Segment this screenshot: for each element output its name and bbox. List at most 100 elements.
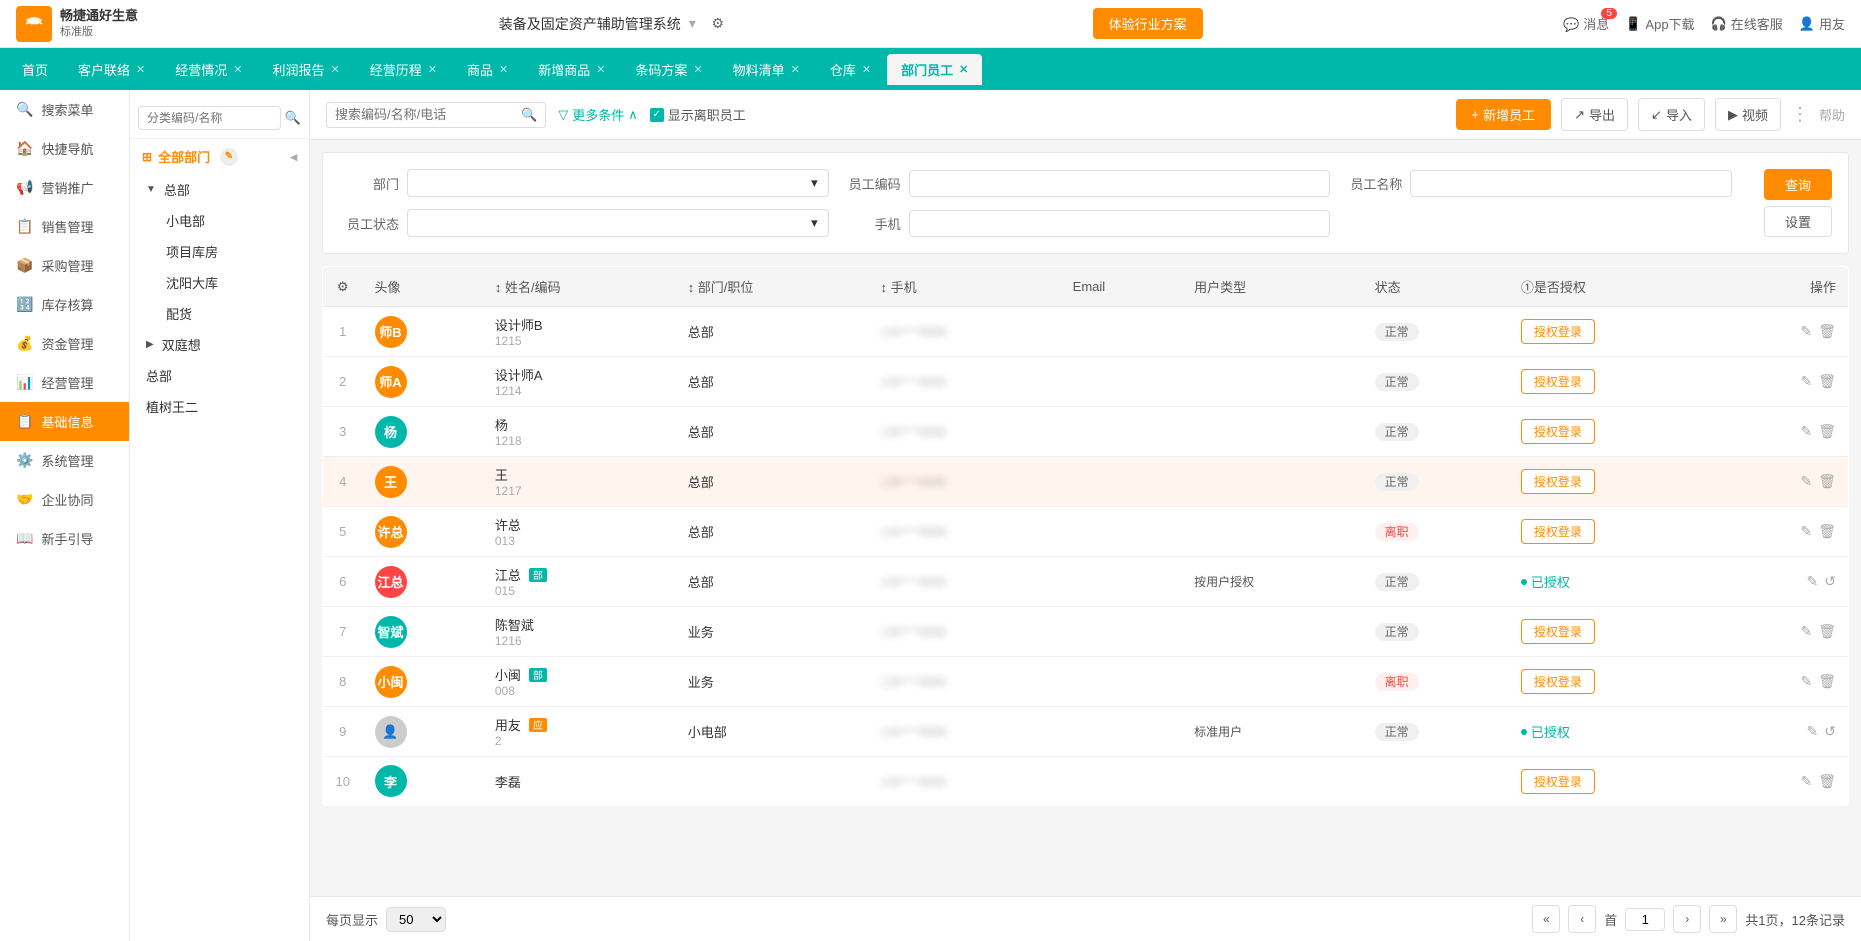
edit-icon-3[interactable]: ✎ xyxy=(1800,423,1812,440)
edit-icon-10[interactable]: ✎ xyxy=(1800,773,1812,790)
tab-home[interactable]: 首页 xyxy=(8,54,62,85)
dept-select[interactable]: ▾ xyxy=(407,169,829,197)
show-resigned-toggle[interactable]: ✓ 显示离职员工 xyxy=(650,105,746,124)
delete-icon-1[interactable]: 🗑 xyxy=(1818,323,1836,340)
dept-search-icon[interactable]: 🔍 xyxy=(285,110,301,126)
dept-node-shenyang[interactable]: 沈阳大库 xyxy=(142,267,309,298)
authorize-btn-4[interactable]: 授权登录 xyxy=(1521,469,1595,494)
delete-icon-5[interactable]: 🗑 xyxy=(1818,523,1836,540)
phone-input[interactable] xyxy=(909,210,1331,237)
sidebar-item-search[interactable]: 🔍 搜索菜单 xyxy=(0,90,129,129)
system-title-dropdown-icon[interactable]: ▾ xyxy=(689,15,696,32)
authorize-btn-2[interactable]: 授权登录 xyxy=(1521,369,1595,394)
emp-code-input[interactable] xyxy=(909,170,1331,197)
delete-icon-3[interactable]: 🗑 xyxy=(1818,423,1836,440)
delete-icon-7[interactable]: 🗑 xyxy=(1818,623,1836,640)
tab-barcode-close[interactable]: ✕ xyxy=(693,63,702,76)
import-button[interactable]: ↙ 导入 xyxy=(1638,98,1705,131)
dept-search-input[interactable] xyxy=(138,106,281,130)
dept-node-project[interactable]: 项目库房 xyxy=(142,236,309,267)
tab-department[interactable]: 部门员工 ✕ xyxy=(887,54,982,85)
authorize-btn-3[interactable]: 授权登录 xyxy=(1521,419,1595,444)
tab-goods[interactable]: 商品 ✕ xyxy=(453,54,522,85)
sidebar-item-guide[interactable]: 📖 新手引导 xyxy=(0,519,129,558)
restore-icon-9[interactable]: ↺ xyxy=(1824,723,1836,740)
emp-status-select[interactable]: ▾ xyxy=(407,209,829,237)
th-phone[interactable]: ↕ 手机 xyxy=(869,267,1061,307)
tab-profit-close[interactable]: ✕ xyxy=(331,63,340,76)
tab-goods-close[interactable]: ✕ xyxy=(499,63,508,76)
authorize-btn-1[interactable]: 授权登录 xyxy=(1521,319,1595,344)
sidebar-item-inventory[interactable]: 🔢 库存核算 xyxy=(0,285,129,324)
tab-history-close[interactable]: ✕ xyxy=(428,63,437,76)
dept-node-general[interactable]: ▼ 总部 xyxy=(130,174,309,205)
sidebar-item-finance[interactable]: 💰 资金管理 xyxy=(0,324,129,363)
page-number-input[interactable] xyxy=(1625,908,1665,931)
tab-customer[interactable]: 客户联络 ✕ xyxy=(64,54,159,85)
edit-icon-7[interactable]: ✎ xyxy=(1800,623,1812,640)
edit-icon-2[interactable]: ✎ xyxy=(1800,373,1812,390)
emp-name-input[interactable] xyxy=(1410,170,1732,197)
edit-icon-9[interactable]: ✎ xyxy=(1807,723,1819,740)
search-button[interactable]: 查询 xyxy=(1764,169,1832,200)
sidebar-item-system[interactable]: ⚙️ 系统管理 xyxy=(0,441,129,480)
user-button[interactable]: 👤 用友 xyxy=(1799,14,1845,33)
sidebar-item-corp[interactable]: 🤝 企业协同 xyxy=(0,480,129,519)
search-icon[interactable]: 🔍 xyxy=(521,107,537,123)
help-label[interactable]: 帮助 xyxy=(1819,105,1845,124)
tab-add-goods-close[interactable]: ✕ xyxy=(596,63,605,76)
last-page-btn[interactable]: » xyxy=(1709,905,1737,933)
restore-icon-6[interactable]: ↺ xyxy=(1824,573,1836,590)
export-button[interactable]: ↗ 导出 xyxy=(1561,98,1628,131)
trial-button[interactable]: 体验行业方案 xyxy=(1093,8,1203,39)
dept-node-general2[interactable]: 总部 xyxy=(130,360,309,391)
more-filter-button[interactable]: ▽ 更多条件 ∧ xyxy=(558,105,638,124)
dept-node-zhishu[interactable]: 植树王二 xyxy=(130,391,309,422)
th-dept[interactable]: ↕ 部门/职位 xyxy=(676,267,869,307)
tab-history[interactable]: 经营历程 ✕ xyxy=(356,54,451,85)
tab-bom-close[interactable]: ✕ xyxy=(791,63,800,76)
add-employee-button[interactable]: + 新增员工 xyxy=(1456,99,1552,130)
delete-icon-8[interactable]: 🗑 xyxy=(1818,673,1836,690)
app-download-button[interactable]: 📱 App下载 xyxy=(1625,14,1694,33)
edit-icon-1[interactable]: ✎ xyxy=(1800,323,1812,340)
sidebar-item-marketing[interactable]: 📢 营销推广 xyxy=(0,168,129,207)
delete-icon-10[interactable]: 🗑 xyxy=(1818,773,1836,790)
tab-profit[interactable]: 利润报告 ✕ xyxy=(258,54,353,85)
tab-bom[interactable]: 物料清单 ✕ xyxy=(719,54,814,85)
authorize-btn-8[interactable]: 授权登录 xyxy=(1521,669,1595,694)
tab-barcode[interactable]: 条码方案 ✕ xyxy=(621,54,716,85)
tab-department-close[interactable]: ✕ xyxy=(959,63,968,76)
settings-icon[interactable]: ⚙ xyxy=(704,10,732,38)
sidebar-item-purchase[interactable]: 📦 采购管理 xyxy=(0,246,129,285)
sidebar-item-business[interactable]: 📊 经营管理 xyxy=(0,363,129,402)
employee-search-input[interactable] xyxy=(335,107,515,122)
authorize-btn-10[interactable]: 授权登录 xyxy=(1521,769,1595,794)
tab-customer-close[interactable]: ✕ xyxy=(136,63,145,76)
authorize-btn-5[interactable]: 授权登录 xyxy=(1521,519,1595,544)
th-settings[interactable]: ⚙ xyxy=(323,267,363,307)
edit-icon-8[interactable]: ✎ xyxy=(1800,673,1812,690)
tab-warehouse-close[interactable]: ✕ xyxy=(862,63,871,76)
delete-icon-2[interactable]: 🗑 xyxy=(1818,373,1836,390)
online-service-button[interactable]: 🎧 在线客服 xyxy=(1711,14,1783,33)
tab-operation[interactable]: 经营情况 ✕ xyxy=(161,54,256,85)
dept-edit-icon[interactable]: ✎ xyxy=(220,148,238,166)
sidebar-item-sales[interactable]: 📋 销售管理 xyxy=(0,207,129,246)
dept-collapse-icon[interactable]: ◂ xyxy=(290,149,297,165)
tab-add-goods[interactable]: 新增商品 ✕ xyxy=(524,54,619,85)
message-button[interactable]: 💬 消息 5 xyxy=(1563,14,1609,33)
edit-icon-6[interactable]: ✎ xyxy=(1807,573,1819,590)
sidebar-item-nav[interactable]: 🏠 快捷导航 xyxy=(0,129,129,168)
edit-icon-4[interactable]: ✎ xyxy=(1800,473,1812,490)
authorize-btn-7[interactable]: 授权登录 xyxy=(1521,619,1595,644)
first-page-btn[interactable]: « xyxy=(1532,905,1560,933)
dept-node-delivery[interactable]: 配货 xyxy=(142,298,309,329)
per-page-select[interactable]: 50 20 100 xyxy=(386,907,446,932)
dept-node-small-elec[interactable]: 小电部 xyxy=(142,205,309,236)
tab-operation-close[interactable]: ✕ xyxy=(233,63,242,76)
next-page-btn[interactable]: › xyxy=(1673,905,1701,933)
show-resigned-checkbox[interactable]: ✓ xyxy=(650,108,664,122)
tab-warehouse[interactable]: 仓库 ✕ xyxy=(816,54,885,85)
edit-icon-5[interactable]: ✎ xyxy=(1800,523,1812,540)
